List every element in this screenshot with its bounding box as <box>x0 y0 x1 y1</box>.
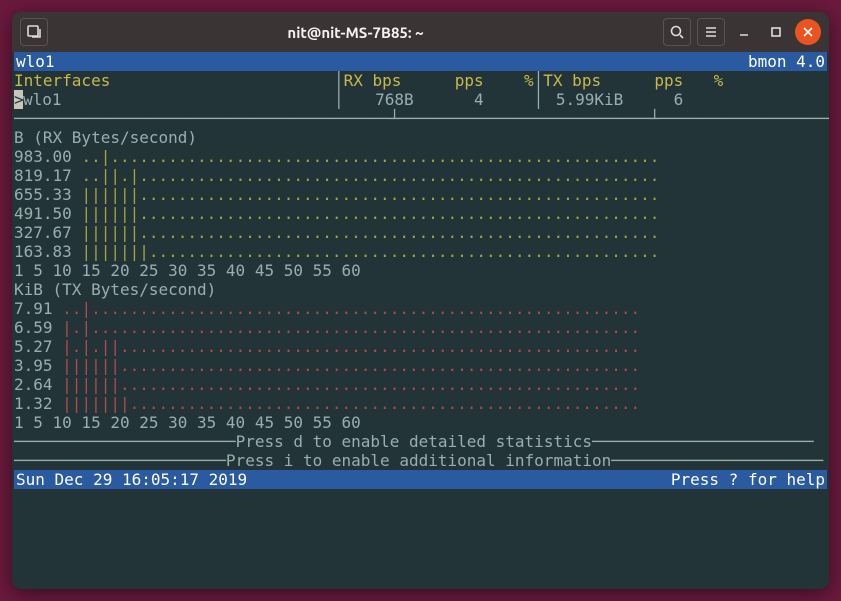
status-bar-bottom: Sun Dec 29 16:05:17 2019 Press ? for hel… <box>14 470 827 489</box>
divider-hint-d: ─────────────────────── Press d to enabl… <box>14 432 827 451</box>
window-title: nit@nit-MS-7B85: ~ <box>48 24 663 41</box>
hdr-tx-pps: pps <box>613 71 683 90</box>
rx-chart: B (RX Bytes/second) 983.00 ..|..........… <box>14 128 827 280</box>
hdr-rx-bps: RX bps <box>344 71 414 90</box>
divider: │ <box>334 71 344 90</box>
terminal-content[interactable]: wlo1 bmon 4.0 Interfaces│ RX bpspps% │ T… <box>12 52 829 589</box>
tx-pps-val: 6 <box>623 90 683 109</box>
minimize-icon <box>736 24 752 40</box>
divider: │ <box>534 90 544 109</box>
hdr-interfaces: Interfaces <box>14 71 334 90</box>
close-button[interactable] <box>795 19 821 45</box>
hdr-rx-pct: % <box>484 71 534 90</box>
new-tab-icon <box>26 24 42 40</box>
hint-i: Press i to enable additional information <box>226 451 611 470</box>
bmon-version: bmon 4.0 <box>746 52 827 71</box>
status-bar-top: wlo1 bmon 4.0 <box>14 52 827 71</box>
cursor-marker: > <box>14 90 23 109</box>
tx-bps-val: 5.99KiB <box>543 90 623 109</box>
close-icon <box>800 24 816 40</box>
rx-pps-val: 4 <box>414 90 484 109</box>
minimize-button[interactable] <box>731 19 757 45</box>
maximize-icon <box>768 24 784 40</box>
divider: │ <box>534 71 544 90</box>
table-row[interactable]: >wlo1 │ 768B4 │ 5.99KiB6 <box>14 90 827 109</box>
divider: │ <box>334 90 344 109</box>
new-tab-button[interactable] <box>20 18 48 46</box>
hdr-rx-pps: pps <box>414 71 484 90</box>
rx-bps-val: 768B <box>344 90 414 109</box>
table-header: Interfaces│ RX bpspps% │ TX bpspps% <box>14 71 827 90</box>
iface-name-top: wlo1 <box>14 52 57 71</box>
hdr-tx-pct: % <box>683 71 723 90</box>
iface-name: wlo1 <box>23 90 62 109</box>
maximize-button[interactable] <box>763 19 789 45</box>
hint-d: Press d to enable detailed statistics <box>236 432 592 451</box>
tx-chart: KiB (TX Bytes/second) 7.91 ..|..........… <box>14 280 827 432</box>
footer-date: Sun Dec 29 16:05:17 2019 <box>14 470 249 489</box>
titlebar: nit@nit-MS-7B85: ~ <box>12 12 829 52</box>
search-icon <box>669 24 685 40</box>
footer-help: Press ? for help <box>669 470 827 489</box>
hdr-tx-bps: TX bps <box>543 71 613 90</box>
hamburger-icon <box>703 24 719 40</box>
divider-hint-i: ────────────────────── Press i to enable… <box>14 451 827 470</box>
terminal-window: nit@nit-MS-7B85: ~ wlo1 bmon 4.0 <box>12 12 829 589</box>
search-button[interactable] <box>663 18 691 46</box>
menu-button[interactable] <box>697 18 725 46</box>
divider-line: ───────────────────────────────────────┴… <box>14 109 827 128</box>
